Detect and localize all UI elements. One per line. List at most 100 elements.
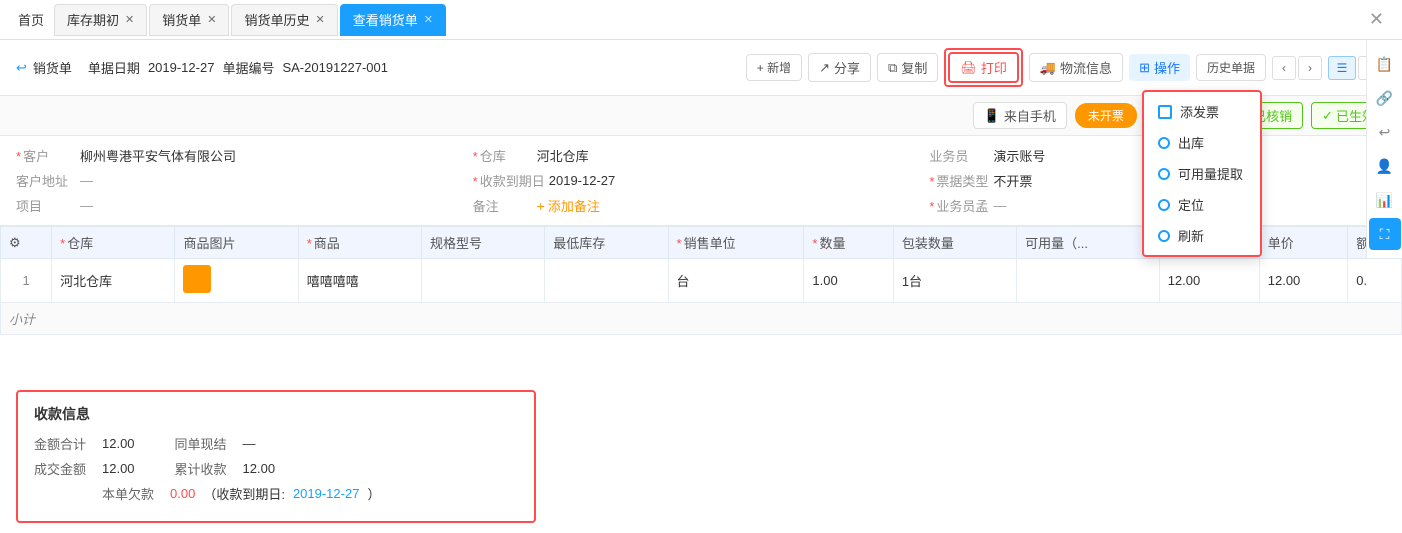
sidebar-icon-1[interactable]: 📋 [1369, 48, 1401, 80]
sidebar-icon-5[interactable]: 📊 [1369, 184, 1401, 216]
same-order: 同单现结 — [175, 434, 256, 453]
deal-amount-value: 12.00 [102, 461, 135, 476]
payment-row-2: 成交金额 12.00 累计收款 12.00 [34, 459, 518, 478]
row-amount: 0. [1348, 259, 1402, 303]
tab-close-inventory[interactable]: ✕ [125, 13, 134, 26]
cumulative: 累计收款 12.00 [175, 459, 276, 478]
prev-button[interactable]: ‹ [1272, 56, 1296, 80]
add-invoice-icon [1158, 105, 1172, 119]
col-qty: 数量 [804, 227, 893, 259]
cumulative-value: 12.00 [243, 461, 276, 476]
copy-button[interactable]: ⧉ 复制 [877, 53, 938, 82]
share-icon: ↗ [819, 60, 830, 76]
payment-row-3: 本单欠款 0.00 （收款到期日: 2019-12-27 ） [34, 484, 518, 503]
sidebar-icon-2[interactable]: 🔗 [1369, 82, 1401, 114]
locate-label: 定位 [1178, 195, 1204, 214]
total-label: 金额合计 [34, 434, 94, 453]
payment-date-value: 2019-12-27 [549, 173, 616, 188]
dropdown-outbound[interactable]: 出库 [1144, 127, 1260, 158]
tab-close-sales[interactable]: ✕ [207, 13, 216, 26]
doc-meta: 单据日期 2019-12-27 单据编号 SA-20191227-001 [88, 58, 388, 77]
deal-amount: 成交金额 12.00 [34, 459, 135, 478]
from-mobile-button[interactable]: 📱 来自手机 [973, 102, 1067, 129]
col-warehouse: 仓库 [52, 227, 175, 259]
available-qty-label: 可用量提取 [1178, 164, 1243, 183]
next-button[interactable]: › [1298, 56, 1322, 80]
operate-button[interactable]: ⊞ 操作 [1129, 54, 1190, 81]
staff2-value: — [993, 198, 1006, 213]
tab-close-view-sales[interactable]: ✕ [424, 13, 433, 26]
new-button[interactable]: + 新增 [746, 54, 802, 81]
tab-view-sales[interactable]: 查看销货单 ✕ [340, 4, 446, 36]
history-button[interactable]: 历史单据 [1196, 54, 1266, 81]
print-button[interactable]: 🖨 打印 [948, 52, 1019, 83]
staff-label: 业务员 [929, 146, 989, 165]
due-note-end: ） [367, 484, 380, 503]
row-min-stock [545, 259, 668, 303]
tab-sales-history[interactable]: 销货单历史 ✕ [231, 4, 337, 36]
same-order-label: 同单现结 [175, 434, 235, 453]
doc-actions: + 新增 ↗ 分享 ⧉ 复制 🖨 打印 🚚 物流信息 ⊞ 操作 [746, 48, 1386, 87]
refresh-label: 刷新 [1178, 226, 1204, 245]
tab-close-sales-history[interactable]: ✕ [316, 13, 325, 26]
dropdown-available-qty[interactable]: 可用量提取 [1144, 158, 1260, 189]
effective-icon: ✓ [1322, 108, 1333, 124]
global-close-button[interactable]: ✕ [1361, 9, 1392, 30]
doc-header: ↩ 销货单 单据日期 2019-12-27 单据编号 SA-20191227-0… [0, 40, 1402, 96]
copy-icon: ⧉ [888, 60, 897, 76]
warehouse-label: 仓库 [473, 146, 533, 165]
subtotal-row: 小计 [1, 303, 1402, 335]
customer-label: 客户 [16, 146, 76, 165]
dropdown-add-invoice[interactable]: 添发票 [1144, 96, 1260, 127]
mobile-icon: 📱 [984, 108, 1000, 124]
tab-inventory[interactable]: 库存期初 ✕ [54, 4, 147, 36]
nav-arrows: ‹ › [1272, 56, 1322, 80]
payment-info-box: 收款信息 金额合计 12.00 同单现结 — 成交金额 12.00 累计收款 [16, 390, 536, 523]
dropdown-locate[interactable]: 定位 [1144, 189, 1260, 220]
warehouse-field: 仓库 河北仓库 [473, 146, 930, 165]
project-label: 项目 [16, 196, 76, 215]
tab-bar: 首页 库存期初 ✕ 销货单 ✕ 销货单历史 ✕ 查看销货单 ✕ ✕ [0, 0, 1402, 40]
col-unit-price: 单价 [1259, 227, 1348, 259]
sidebar-icon-3[interactable]: ↩ [1369, 116, 1401, 148]
meta-date-value: 2019-12-27 [148, 60, 215, 75]
meta-no-value: SA-20191227-001 [282, 60, 388, 75]
col-unit: 销售单位 [668, 227, 804, 259]
not-open-button[interactable]: 未开票 [1075, 103, 1137, 128]
dropdown-refresh[interactable]: 刷新 [1144, 220, 1260, 251]
refresh-icon [1158, 230, 1170, 242]
col-min-stock: 最低库存 [545, 227, 668, 259]
payment-row-1: 金额合计 12.00 同单现结 — [34, 434, 518, 453]
row-current-qty: 12.00 [1159, 259, 1259, 303]
project-field: 项目 — [16, 196, 473, 215]
outbound-icon [1158, 137, 1170, 149]
row-available [1017, 259, 1160, 303]
tab-home[interactable]: 首页 [10, 10, 52, 29]
add-note-plus-icon: + [537, 198, 545, 214]
sidebar-icon-4[interactable]: 👤 [1369, 150, 1401, 182]
ticket-type-label: 票据类型 [929, 171, 989, 190]
customer-value: 柳州粤港平安气体有限公司 [80, 146, 236, 165]
sidebar-icon-expand[interactable]: ⛶ [1369, 218, 1401, 250]
cumulative-label: 累计收款 [175, 459, 235, 478]
note-field: 备注 + 添加备注 [473, 196, 930, 215]
row-warehouse: 河北仓库 [52, 259, 175, 303]
outbound-label: 出库 [1178, 133, 1204, 152]
logistics-button[interactable]: 🚚 物流信息 [1029, 53, 1123, 82]
share-button[interactable]: ↗ 分享 [808, 53, 871, 82]
address-label: 客户地址 [16, 171, 76, 190]
meta-date-label: 单据日期 [88, 58, 140, 77]
product-thumbnail [183, 265, 211, 293]
row-num: 1 [1, 259, 52, 303]
locate-icon [1158, 199, 1170, 211]
add-note-button[interactable]: + 添加备注 [537, 196, 600, 215]
col-image: 商品图片 [175, 227, 298, 259]
due-value: 0.00 [170, 486, 195, 501]
list-view-button[interactable]: ☰ [1328, 56, 1356, 80]
right-sidebar: 📋 🔗 ↩ 👤 📊 ⛶ [1366, 40, 1402, 258]
customer-field: 客户 柳州粤港平安气体有限公司 [16, 146, 473, 165]
row-pkg-qty: 1台 [893, 259, 1016, 303]
col-available: 可用量（... [1017, 227, 1160, 259]
tab-sales[interactable]: 销货单 ✕ [149, 4, 229, 36]
address-value: — [80, 173, 93, 188]
